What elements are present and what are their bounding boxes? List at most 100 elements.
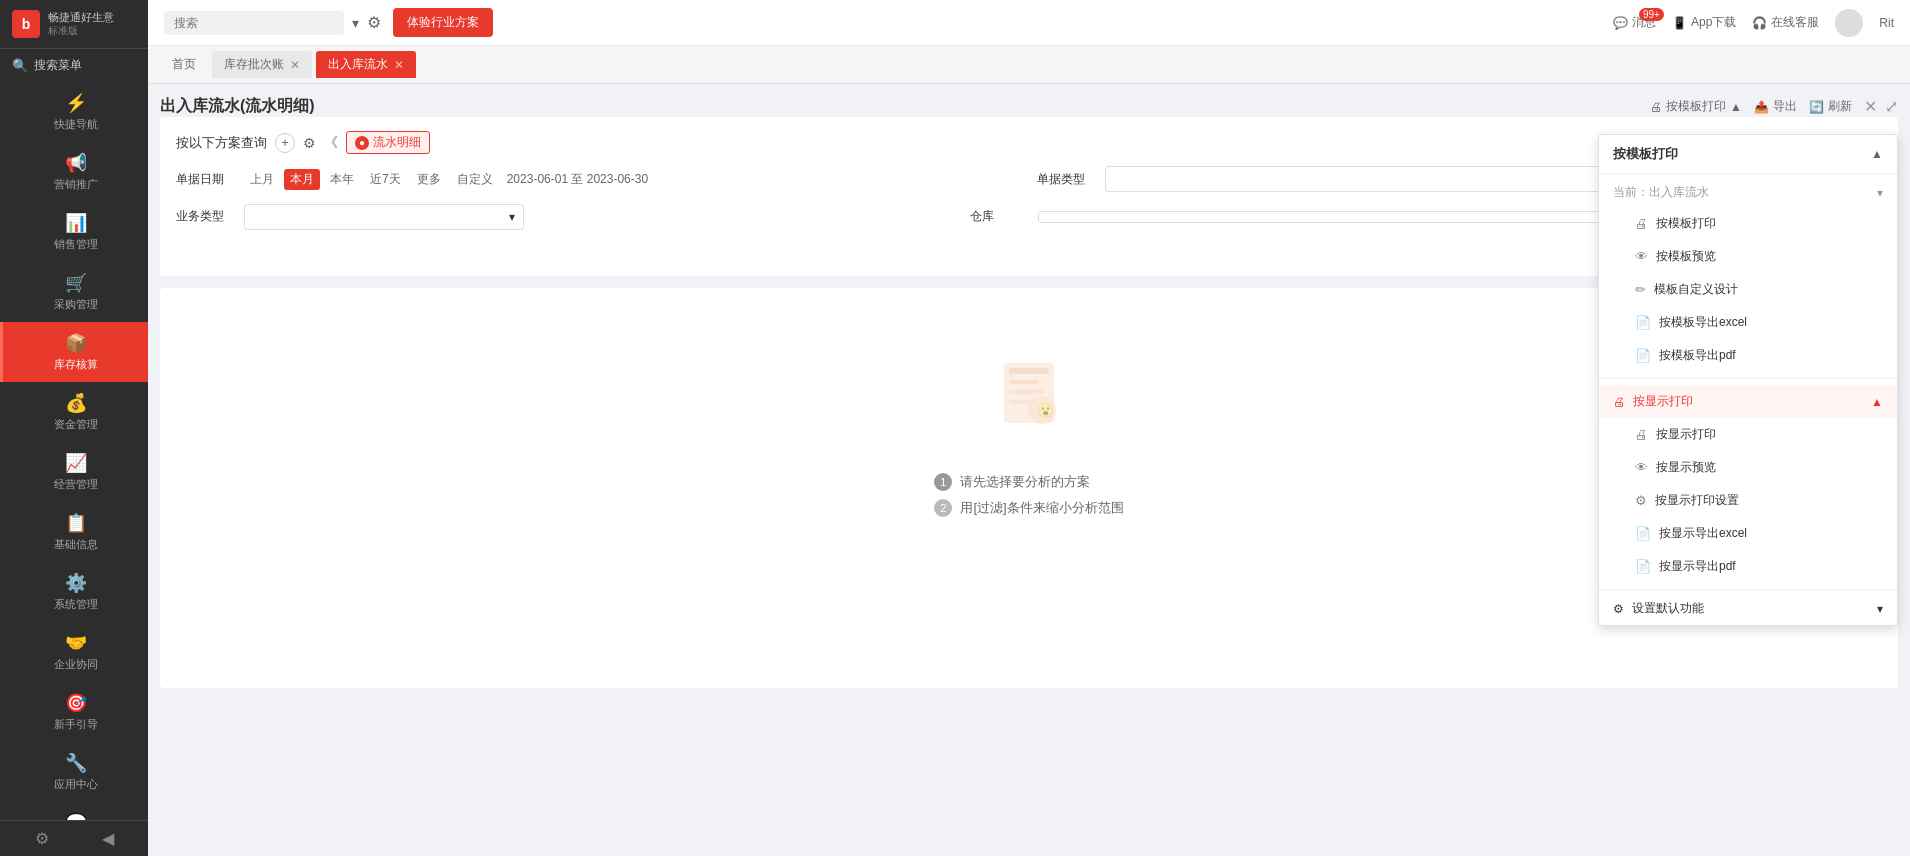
sidebar-item-wechat[interactable]: 💬 企业微信 — [0, 802, 148, 820]
filter-collapse-icon[interactable]: 《 — [324, 134, 338, 152]
topbar-gear-icon[interactable]: ⚙ — [367, 13, 381, 32]
dropdown-template-custom-label: 模板自定义设计 — [1654, 281, 1738, 298]
tab-home[interactable]: 首页 — [160, 51, 208, 78]
tab-batch[interactable]: 库存批次账 ✕ — [212, 51, 312, 78]
window-close-btn[interactable]: ✕ — [1864, 97, 1877, 116]
date-opt-last-month[interactable]: 上月 — [244, 169, 280, 190]
date-options: 上月 本月 本年 近7天 更多 自定义 — [244, 169, 499, 190]
date-opt-this-month[interactable]: 本月 — [284, 169, 320, 190]
tab-flow-close[interactable]: ✕ — [394, 58, 404, 72]
set-default-icon: ⚙ — [1613, 602, 1624, 616]
dropdown-expand-icon[interactable]: ▲ — [1871, 147, 1883, 161]
biztype-select[interactable]: ▾ — [244, 204, 524, 230]
sidebar-item-guide[interactable]: 🎯 新手引导 — [0, 682, 148, 742]
tab-batch-close[interactable]: ✕ — [290, 58, 300, 72]
sidebar-item-system[interactable]: ⚙️ 系统管理 — [0, 562, 148, 622]
sidebar-item-operations[interactable]: 📈 经营管理 — [0, 442, 148, 502]
print-icon: 🖨 — [1635, 216, 1648, 231]
display-excel-icon: 📄 — [1635, 526, 1651, 541]
date-opt-last7[interactable]: 近7天 — [364, 169, 407, 190]
dropdown-current-label: 当前：出入库流水 ▾ — [1599, 178, 1897, 207]
inventory-icon: 📦 — [65, 332, 87, 354]
dropdown-display-print[interactable]: 🖨 按显示打印 — [1599, 418, 1897, 451]
sidebar-item-coop[interactable]: 🤝 企业协同 — [0, 622, 148, 682]
filter-date-field: 单据日期 上月 本月 本年 近7天 更多 自定义 2023-06-01 至 20… — [176, 169, 1021, 190]
app-logo-icon: b — [12, 10, 40, 38]
basic-icon: 📋 — [65, 512, 87, 534]
topbar-search-input[interactable] — [164, 11, 344, 35]
tab-flow[interactable]: 出入库流水 ✕ — [316, 51, 416, 78]
guide-icon: 🎯 — [65, 692, 87, 714]
display-settings-icon: ⚙ — [1635, 493, 1647, 508]
filter-tag-label: 流水明细 — [373, 134, 421, 151]
wechat-icon: 💬 — [65, 812, 87, 820]
topbar-app-download[interactable]: 📱 App下载 — [1672, 14, 1736, 31]
dropdown-display-collapse[interactable]: ▲ — [1871, 395, 1883, 409]
sidebar-item-sales[interactable]: 📊 销售管理 — [0, 202, 148, 262]
step-num-2: 2 — [934, 499, 952, 517]
sidebar-item-basic[interactable]: 📋 基础信息 — [0, 502, 148, 562]
sidebar-item-marketing[interactable]: 📢 营销推广 — [0, 142, 148, 202]
user-avatar[interactable] — [1835, 9, 1863, 37]
dropdown-display-print-label: 按显示打印 — [1656, 426, 1716, 443]
window-controls: ✕ ⤢ — [1864, 97, 1898, 116]
export-btn[interactable]: 📤 导出 — [1754, 98, 1797, 115]
topbar-message[interactable]: 💬 消息 99+ — [1613, 14, 1656, 31]
dropdown-set-default[interactable]: ⚙ 设置默认功能 ▾ — [1599, 592, 1897, 625]
dropdown-display-excel[interactable]: 📄 按显示导出excel — [1599, 517, 1897, 550]
dropdown-template-excel[interactable]: 📄 按模板导出excel — [1599, 306, 1897, 339]
pdf-icon: 📄 — [1635, 348, 1651, 363]
sidebar-nav: 📢 营销推广 📊 销售管理 🛒 采购管理 📦 库存核算 💰 资金管理 📈 经营管… — [0, 142, 148, 820]
dropdown-title: 按模板打印 — [1613, 145, 1678, 163]
filter-biztype-field: 业务类型 ▾ — [176, 204, 954, 230]
date-opt-this-year[interactable]: 本年 — [324, 169, 360, 190]
filter-add-btn[interactable]: + — [275, 133, 295, 153]
filter-setting-btn[interactable]: ⚙ — [303, 135, 316, 151]
dropdown-display-preview[interactable]: 👁 按显示预览 — [1599, 451, 1897, 484]
dropdown-display-pdf[interactable]: 📄 按显示导出pdf — [1599, 550, 1897, 583]
dropdown-template-pdf[interactable]: 📄 按模板导出pdf — [1599, 339, 1897, 372]
sidebar: b 畅捷通好生意 标准版 🔍 搜索菜单 ⚡ 快捷导航 📢 营销推广 📊 销售管理… — [0, 0, 148, 856]
search-icon: 🔍 — [12, 58, 28, 73]
dropdown-template-print[interactable]: 🖨 按模板打印 — [1599, 207, 1897, 240]
dropdown-display-pdf-label: 按显示导出pdf — [1659, 558, 1736, 575]
sidebar-item-label: 销售管理 — [54, 237, 98, 252]
window-expand-btn[interactable]: ⤢ — [1885, 97, 1898, 116]
sidebar-item-apps[interactable]: 🔧 应用中心 — [0, 742, 148, 802]
sidebar-item-finance[interactable]: 💰 资金管理 — [0, 382, 148, 442]
biztype-label: 业务类型 — [176, 208, 236, 225]
dropdown-divider-2 — [1599, 589, 1897, 590]
dropdown-display-section: 🖨 按显示打印 ▲ 🖨 按显示打印 👁 按显示预览 ⚙ 按显示打印设置 — [1599, 381, 1897, 587]
sidebar-item-inventory[interactable]: 📦 库存核算 — [0, 322, 148, 382]
template-print-btn[interactable]: 🖨 按模板打印 ▲ — [1650, 98, 1742, 115]
topbar-service[interactable]: 🎧 在线客服 — [1752, 14, 1819, 31]
dropdown-template-preview[interactable]: 👁 按模板预览 — [1599, 240, 1897, 273]
marketing-icon: 📢 — [65, 152, 87, 174]
set-default-label: 设置默认功能 — [1632, 600, 1704, 617]
svg-rect-2 — [1009, 380, 1039, 384]
sidebar-collapse-btn[interactable]: ◀ — [102, 829, 114, 848]
sidebar-logo: b 畅捷通好生意 标准版 — [0, 0, 148, 49]
svg-rect-1 — [1009, 368, 1049, 374]
dropdown-template-excel-label: 按模板导出excel — [1659, 314, 1747, 331]
topbar-dropdown-btn[interactable]: ▾ — [352, 15, 359, 31]
sidebar-item-label: 基础信息 — [54, 537, 98, 552]
message-icon: 💬 — [1613, 16, 1628, 30]
service-label: 在线客服 — [1771, 14, 1819, 31]
date-field-label: 单据日期 — [176, 171, 236, 188]
sidebar-item-quicknav[interactable]: ⚡ 快捷导航 — [0, 82, 148, 142]
svg-text:😮: 😮 — [1037, 402, 1055, 419]
dropdown-display-header[interactable]: 🖨 按显示打印 ▲ — [1599, 385, 1897, 418]
operations-icon: 📈 — [65, 452, 87, 474]
date-opt-custom[interactable]: 自定义 — [451, 169, 499, 190]
dropdown-template-custom[interactable]: ✏ 模板自定义设计 — [1599, 273, 1897, 306]
refresh-btn[interactable]: 🔄 刷新 — [1809, 98, 1852, 115]
dropdown-current-expand[interactable]: ▾ — [1877, 186, 1883, 200]
dropdown-current-section: 当前：出入库流水 ▾ 🖨 按模板打印 👁 按模板预览 ✏ 模板自定义设计 📄 — [1599, 174, 1897, 376]
dropdown-display-settings[interactable]: ⚙ 按显示打印设置 — [1599, 484, 1897, 517]
trial-btn[interactable]: 体验行业方案 — [393, 8, 493, 37]
sidebar-search[interactable]: 🔍 搜索菜单 — [0, 49, 148, 82]
date-opt-more[interactable]: 更多 — [411, 169, 447, 190]
sidebar-settings-btn[interactable]: ⚙ — [35, 829, 49, 848]
sidebar-item-purchase[interactable]: 🛒 采购管理 — [0, 262, 148, 322]
